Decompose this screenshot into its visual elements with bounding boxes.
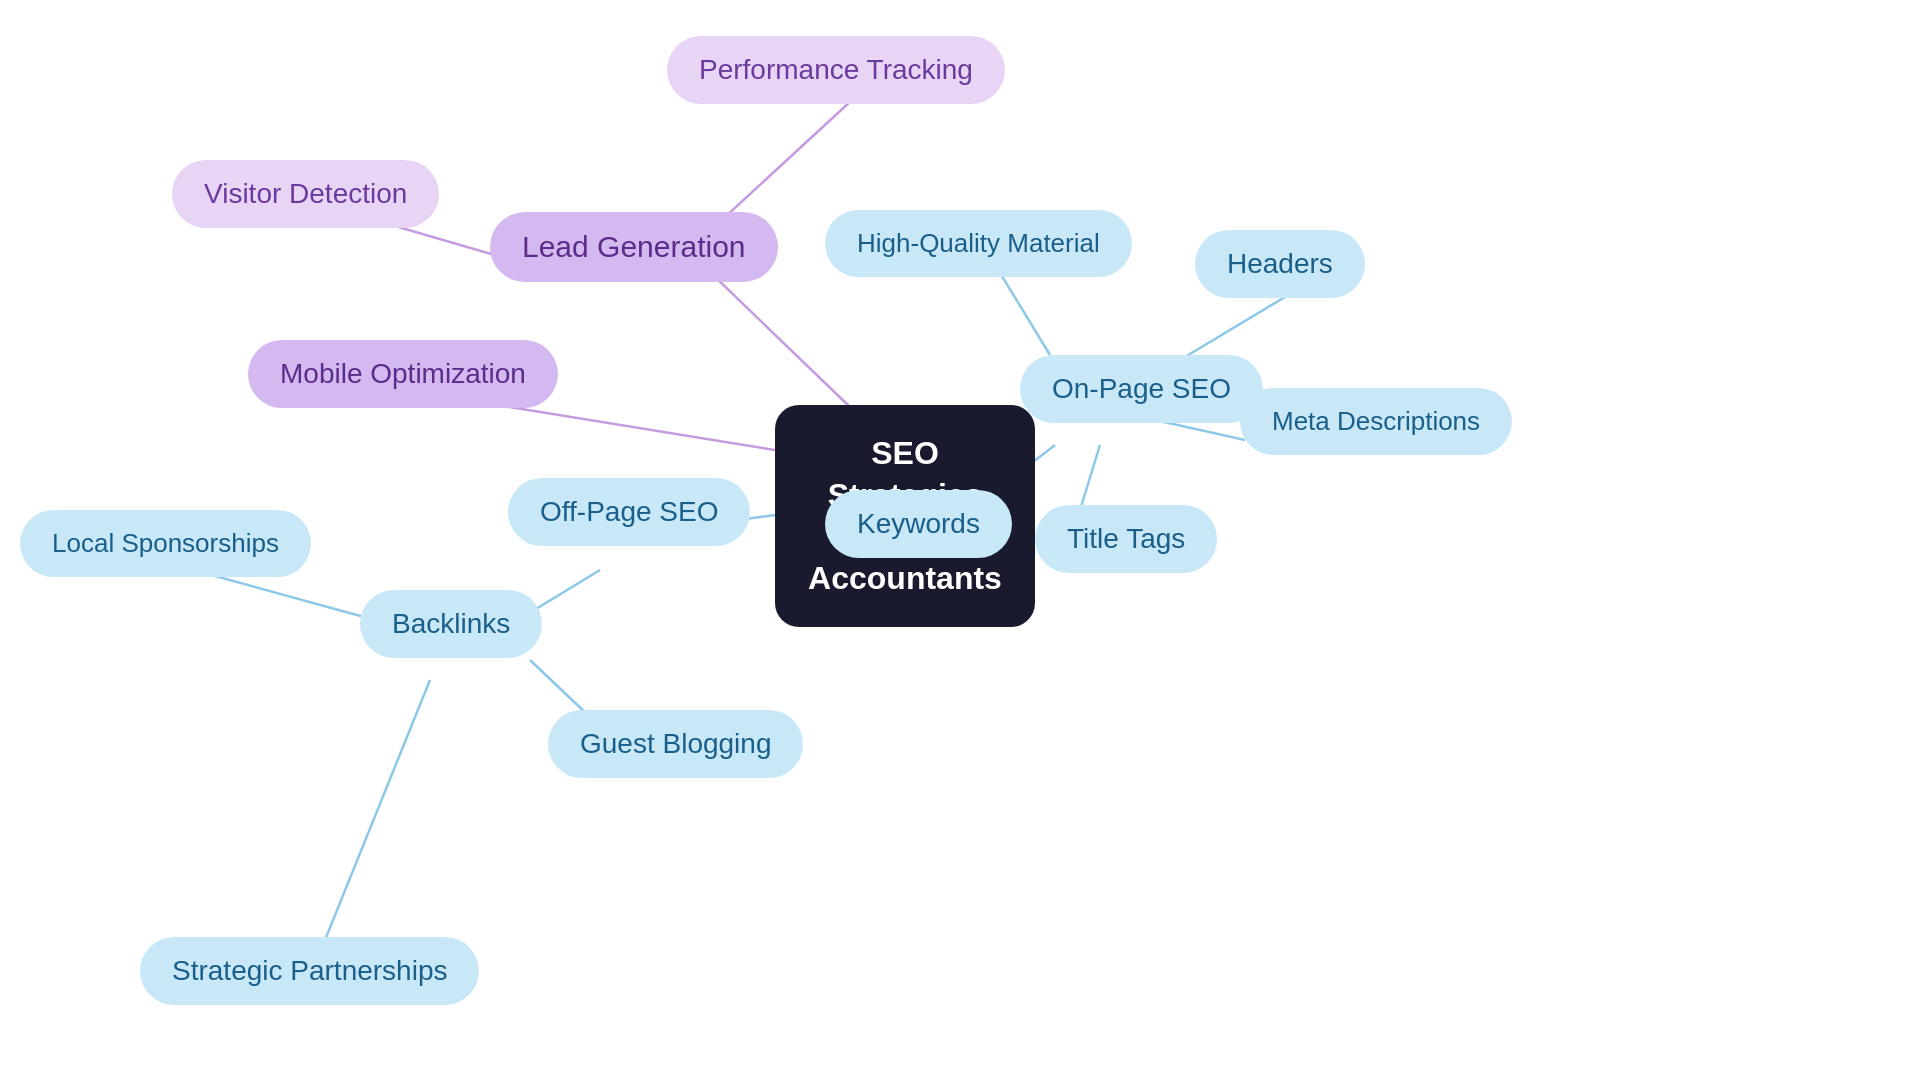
title-tags-node: Title Tags bbox=[1035, 505, 1217, 573]
lead-generation-node: Lead Generation bbox=[490, 212, 778, 282]
high-quality-material-node: High-Quality Material bbox=[825, 210, 1132, 277]
on-page-seo-node: On-Page SEO bbox=[1020, 355, 1263, 423]
svg-line-5 bbox=[997, 268, 1050, 355]
visitor-detection-node: Visitor Detection bbox=[172, 160, 439, 228]
off-page-seo-node: Off-Page SEO bbox=[508, 478, 750, 546]
headers-node: Headers bbox=[1195, 230, 1365, 298]
meta-descriptions-node: Meta Descriptions bbox=[1240, 388, 1512, 455]
svg-line-1 bbox=[712, 100, 852, 229]
keywords-node: Keywords bbox=[825, 490, 1012, 558]
strategic-partnerships-node: Strategic Partnerships bbox=[140, 937, 479, 1005]
performance-tracking-node: Performance Tracking bbox=[667, 36, 1005, 104]
backlinks-node: Backlinks bbox=[360, 590, 542, 658]
mobile-optimization-node: Mobile Optimization bbox=[248, 340, 558, 408]
guest-blogging-node: Guest Blogging bbox=[548, 710, 803, 778]
svg-line-7 bbox=[1155, 420, 1245, 440]
local-sponsorships-node: Local Sponsorships bbox=[20, 510, 311, 577]
svg-line-9 bbox=[1080, 445, 1100, 510]
svg-line-13 bbox=[325, 680, 430, 940]
